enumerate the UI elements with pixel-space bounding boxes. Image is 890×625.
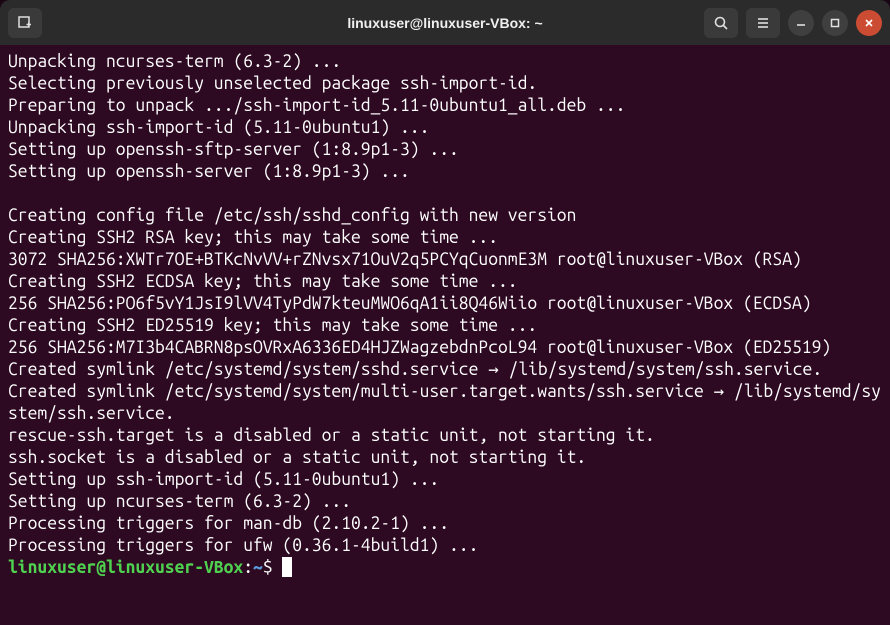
cursor [282,557,292,577]
titlebar: linuxuser@linuxuser-VBox: ~ [0,0,890,45]
prompt-user-host: linuxuser@linuxuser-VBox [8,558,243,577]
new-tab-button[interactable] [8,8,42,38]
menu-button[interactable] [746,8,780,38]
prompt-symbol: $ [263,558,273,577]
prompt-path: ~ [253,558,263,577]
terminal-output: Unpacking ncurses-term (6.3-2) ... Selec… [8,52,881,555]
minimize-icon [795,17,807,29]
maximize-icon [829,17,841,29]
close-icon [863,17,875,29]
title-controls [704,8,882,38]
maximize-button[interactable] [822,10,848,36]
hamburger-icon [755,15,771,31]
prompt-colon: : [243,558,253,577]
terminal-area[interactable]: Unpacking ncurses-term (6.3-2) ... Selec… [0,45,890,625]
minimize-button[interactable] [788,10,814,36]
new-tab-icon [17,15,33,31]
search-icon [713,15,729,31]
search-button[interactable] [704,8,738,38]
window-title: linuxuser@linuxuser-VBox: ~ [347,15,542,31]
close-button[interactable] [856,10,882,36]
